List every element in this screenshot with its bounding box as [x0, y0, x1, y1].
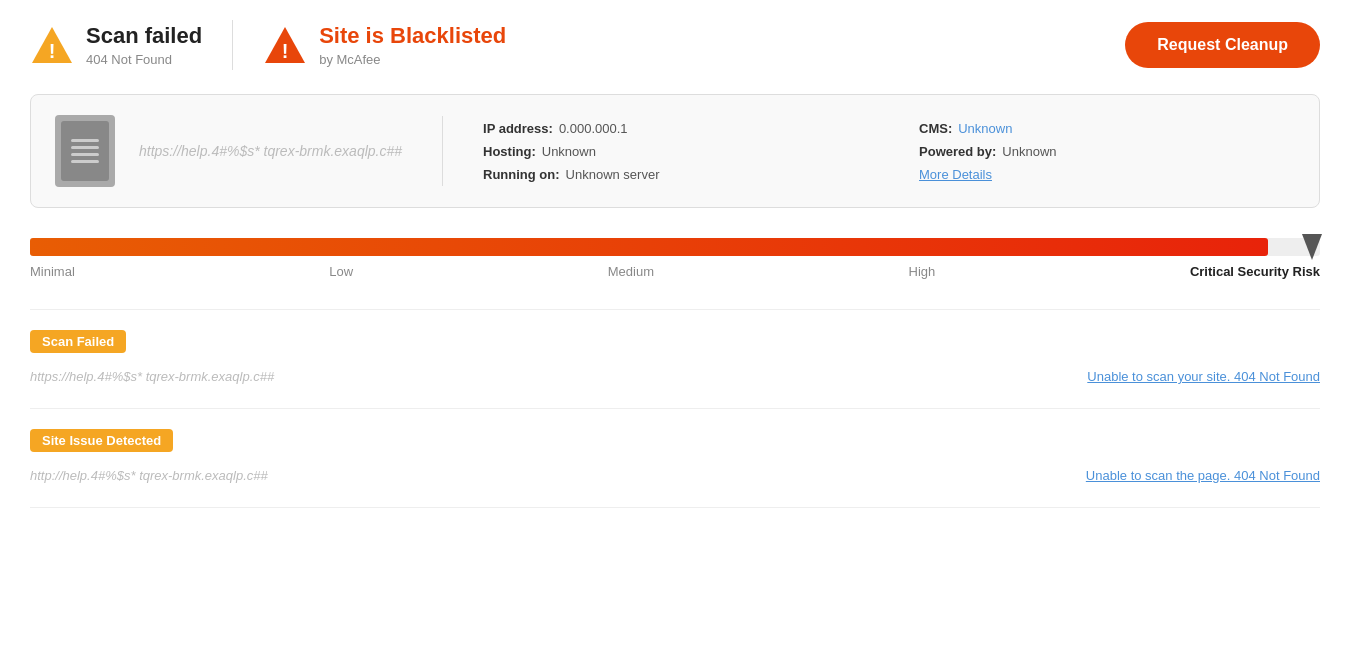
- site-url-block: https://help.4#%$s* tqrex-brmk.exaqlp.c#…: [139, 143, 402, 159]
- risk-label-low: Low: [329, 264, 353, 279]
- scan-failed-text: Scan failed 404 Not Found: [86, 23, 202, 66]
- issues-section: Scan Failed https://help.4#%$s* tqrex-br…: [30, 309, 1320, 508]
- hosting-row: Hosting: Unknown: [483, 144, 859, 159]
- ip-label: IP address:: [483, 121, 553, 136]
- scan-failed-subtitle: 404 Not Found: [86, 52, 202, 67]
- more-details-link[interactable]: More Details: [919, 167, 992, 182]
- svg-text:!: !: [282, 40, 289, 62]
- powered-by-label: Powered by:: [919, 144, 996, 159]
- cms-value: Unknown: [958, 121, 1012, 136]
- header-divider: [232, 20, 233, 70]
- hosting-value: Unknown: [542, 144, 596, 159]
- scan-failed-url: https://help.4#%$s* tqrex-brmk.exaqlp.c#…: [30, 369, 274, 384]
- ip-value: 0.000.000.1: [559, 121, 628, 136]
- scan-failed-block: ! Scan failed 404 Not Found: [30, 23, 202, 67]
- risk-label-minimal: Minimal: [30, 264, 75, 279]
- site-issue-url: http://help.4#%$s* tqrex-brmk.exaqlp.c##: [30, 468, 268, 483]
- svg-text:!: !: [49, 40, 56, 62]
- risk-label-critical: Critical Security Risk: [1190, 264, 1320, 279]
- running-on-value: Unknown server: [566, 167, 660, 182]
- site-document-icon: [55, 115, 115, 187]
- site-issue-link[interactable]: Unable to scan the page. 404 Not Found: [1086, 468, 1320, 483]
- blacklisted-subtitle: by McAfee: [319, 52, 506, 67]
- scan-failed-badge: Scan Failed: [30, 330, 126, 353]
- risk-bar-indicator: [1302, 234, 1322, 260]
- scan-failed-issue-row: https://help.4#%$s* tqrex-brmk.exaqlp.c#…: [30, 365, 1320, 388]
- risk-bar-section: Minimal Low Medium High Critical Securit…: [30, 238, 1320, 279]
- blacklisted-title: Site is Blacklisted: [319, 23, 506, 49]
- warning-red-icon: !: [263, 23, 307, 67]
- blacklisted-block: ! Site is Blacklisted by McAfee: [263, 23, 506, 67]
- header-left: ! Scan failed 404 Not Found ! Site is Bl…: [30, 20, 506, 70]
- hosting-label: Hosting:: [483, 144, 536, 159]
- site-info-card: https://help.4#%$s* tqrex-brmk.exaqlp.c#…: [30, 94, 1320, 208]
- risk-bar-track: [30, 238, 1320, 256]
- site-issue-row: http://help.4#%$s* tqrex-brmk.exaqlp.c##…: [30, 464, 1320, 487]
- blacklisted-text: Site is Blacklisted by McAfee: [319, 23, 506, 66]
- powered-by-value: Unknown: [1002, 144, 1056, 159]
- powered-by-row: Powered by: Unknown: [919, 144, 1295, 159]
- running-on-label: Running on:: [483, 167, 560, 182]
- scan-failed-issue-link[interactable]: Unable to scan your site. 404 Not Found: [1087, 369, 1320, 384]
- more-details-row[interactable]: More Details: [919, 167, 1295, 182]
- cms-row: CMS: Unknown: [919, 121, 1295, 136]
- scan-failed-title: Scan failed: [86, 23, 202, 49]
- risk-bar-fill: [30, 238, 1268, 256]
- issue-scan-failed: Scan Failed https://help.4#%$s* tqrex-br…: [30, 309, 1320, 408]
- ip-row: IP address: 0.000.000.1: [483, 121, 859, 136]
- risk-labels: Minimal Low Medium High Critical Securit…: [30, 264, 1320, 279]
- site-meta-grid: IP address: 0.000.000.1 CMS: Unknown Hos…: [483, 121, 1295, 182]
- risk-label-high: High: [909, 264, 936, 279]
- card-divider: [442, 116, 443, 186]
- risk-label-medium: Medium: [608, 264, 654, 279]
- header-row: ! Scan failed 404 Not Found ! Site is Bl…: [30, 20, 1320, 70]
- issue-site-issue-detected: Site Issue Detected http://help.4#%$s* t…: [30, 408, 1320, 508]
- warning-orange-icon: !: [30, 23, 74, 67]
- request-cleanup-button[interactable]: Request Cleanup: [1125, 22, 1320, 68]
- running-on-row: Running on: Unknown server: [483, 167, 859, 182]
- site-url: https://help.4#%$s* tqrex-brmk.exaqlp.c#…: [139, 143, 402, 159]
- site-issue-badge: Site Issue Detected: [30, 429, 173, 452]
- cms-label: CMS:: [919, 121, 952, 136]
